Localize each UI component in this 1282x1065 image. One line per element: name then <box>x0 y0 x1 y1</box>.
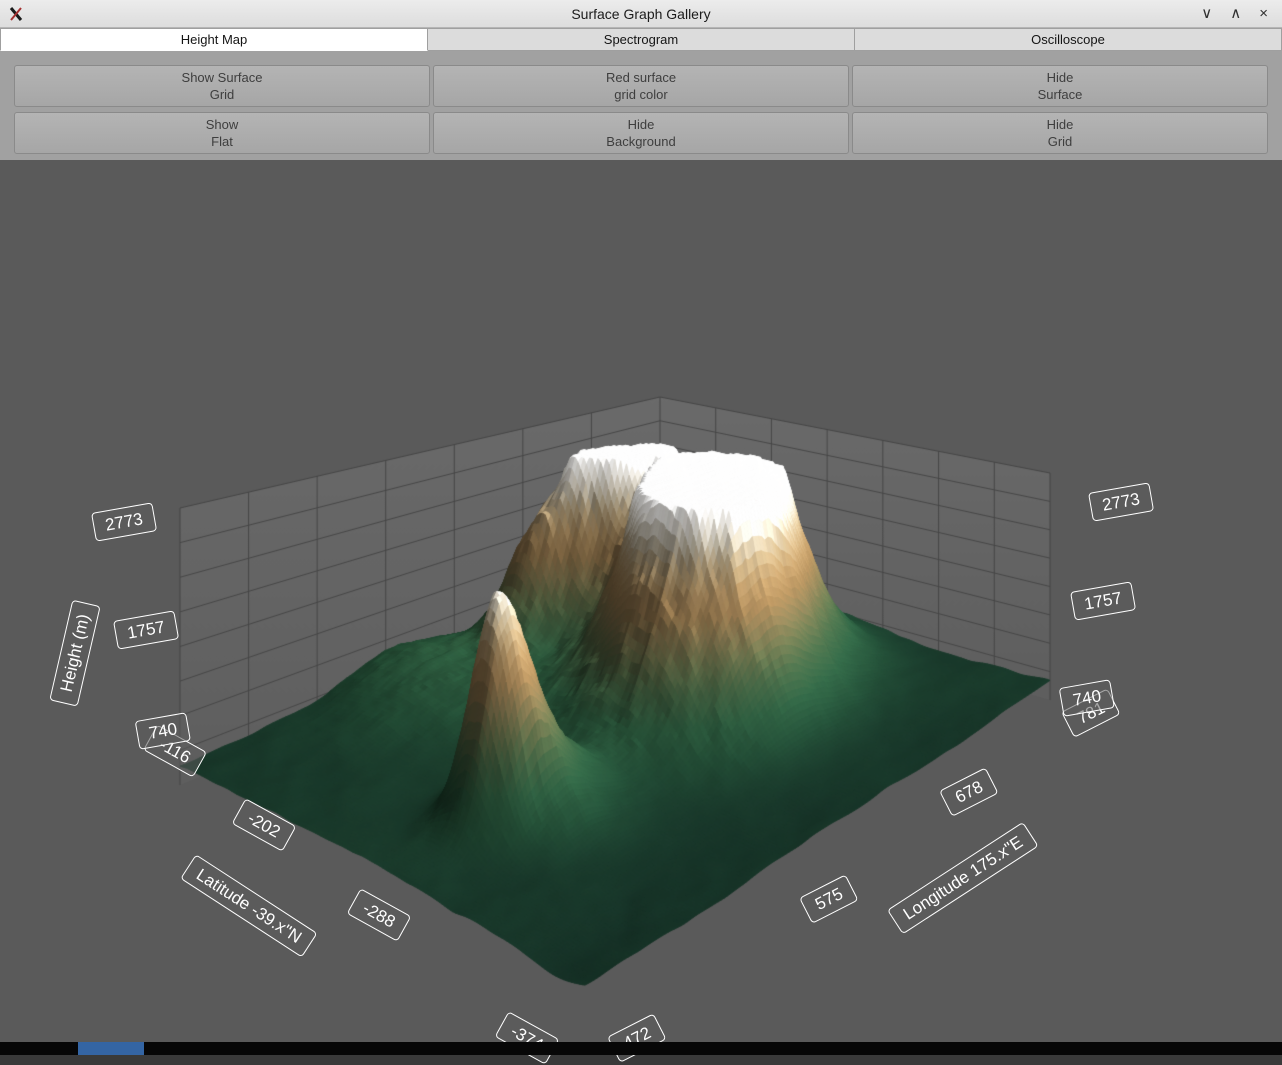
taskbar <box>0 1042 1282 1055</box>
button-label: Background <box>606 133 675 150</box>
app-window: Surface Graph Gallery ∨ ∧ × Height Map S… <box>0 0 1282 160</box>
hide-surface-button[interactable]: Hide Surface <box>852 65 1268 107</box>
tab-height-map[interactable]: Height Map <box>0 28 428 51</box>
show-surface-grid-button[interactable]: Show Surface Grid <box>14 65 430 107</box>
close-icon[interactable]: × <box>1259 6 1268 21</box>
tab-oscilloscope[interactable]: Oscilloscope <box>855 28 1282 51</box>
button-label: Grid <box>210 86 235 103</box>
red-surface-grid-color-button[interactable]: Red surface grid color <box>433 65 849 107</box>
button-label: Show Surface <box>182 69 263 86</box>
button-label: Hide <box>1047 116 1074 133</box>
toolbar: Show Surface Grid Red surface grid color… <box>0 51 1282 160</box>
button-label: Surface <box>1038 86 1083 103</box>
button-label: Show <box>206 116 239 133</box>
app-icon <box>8 6 24 22</box>
tab-spectrogram[interactable]: Spectrogram <box>428 28 855 51</box>
hide-grid-button[interactable]: Hide Grid <box>852 112 1268 154</box>
button-label: Hide <box>1047 69 1074 86</box>
taskbar-item[interactable] <box>78 1042 144 1055</box>
tab-bar: Height Map Spectrogram Oscilloscope <box>0 28 1282 51</box>
minimize-icon[interactable]: ∨ <box>1201 6 1212 21</box>
show-flat-button[interactable]: Show Flat <box>14 112 430 154</box>
surface-plot: Height (m) 2773 1757 740 -116 -202 -288 … <box>0 160 1282 1055</box>
button-label: grid color <box>614 86 667 103</box>
button-label: Grid <box>1048 133 1073 150</box>
hide-background-button[interactable]: Hide Background <box>433 112 849 154</box>
button-label: Flat <box>211 133 233 150</box>
button-label: Red surface <box>606 69 676 86</box>
maximize-icon[interactable]: ∧ <box>1230 6 1241 21</box>
window-controls: ∨ ∧ × <box>1201 6 1282 21</box>
button-label: Hide <box>628 116 655 133</box>
window-title: Surface Graph Gallery <box>0 6 1282 22</box>
window-titlebar: Surface Graph Gallery ∨ ∧ × <box>0 0 1282 28</box>
